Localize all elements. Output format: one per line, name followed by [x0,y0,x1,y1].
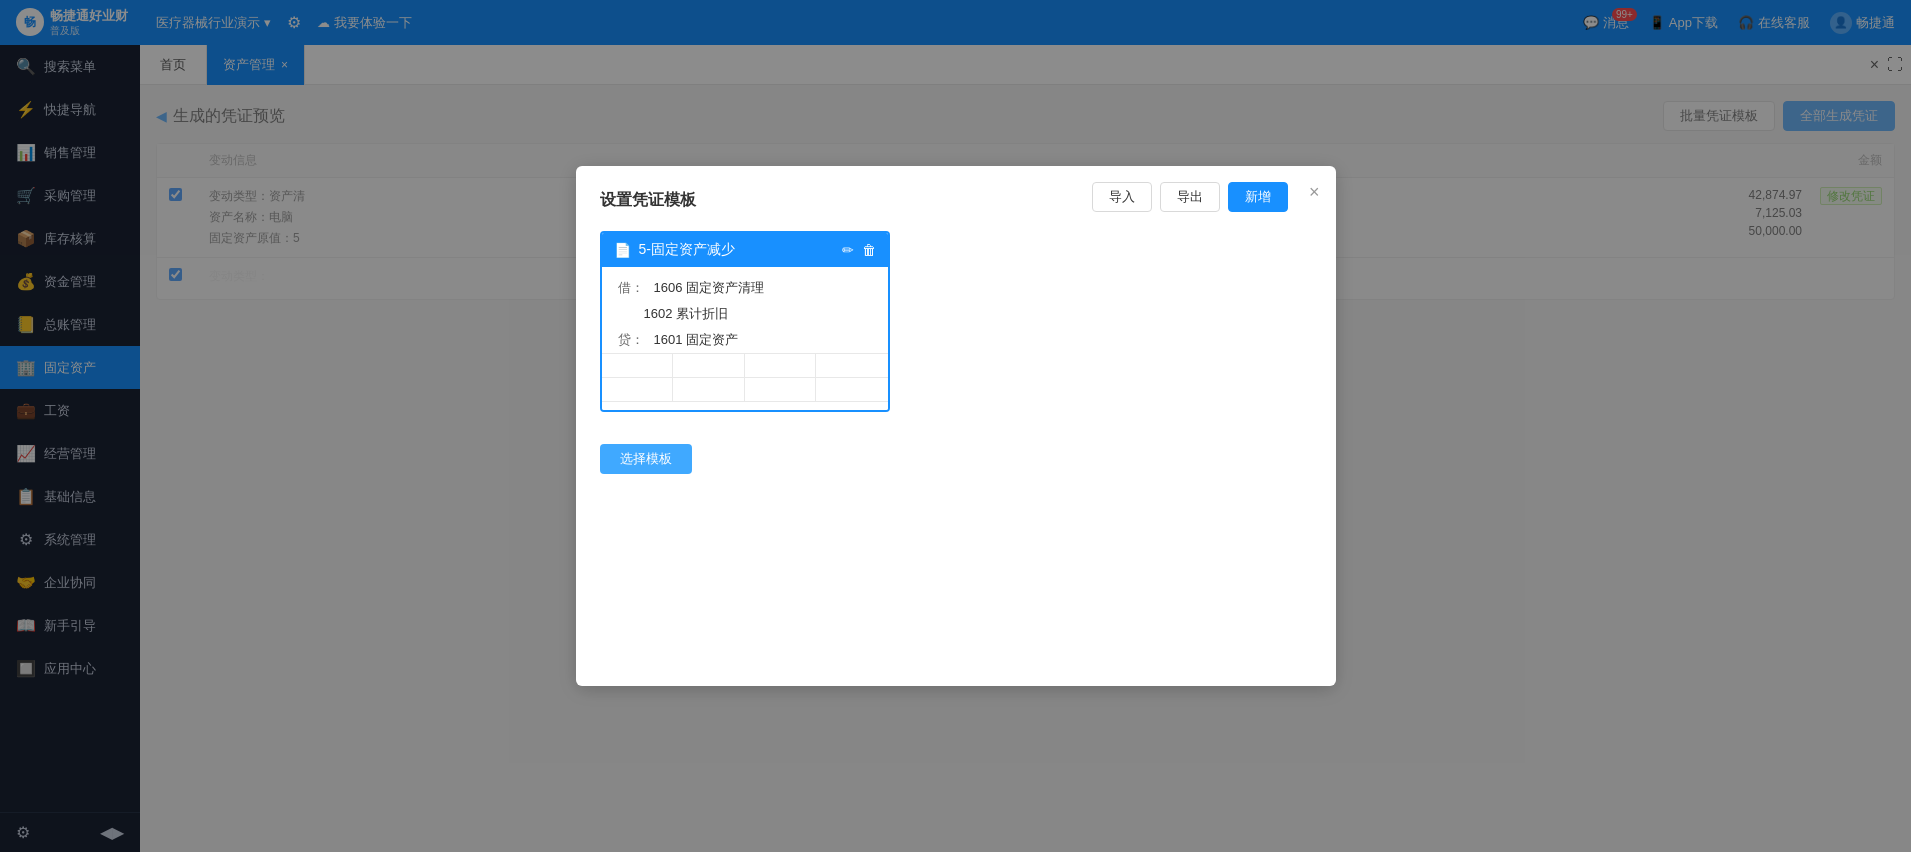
template-grid [602,353,888,402]
grid-cell-5 [602,378,674,402]
grid-cell-4 [816,354,888,378]
template-delete-icon[interactable]: 🗑 [862,242,876,258]
main-content: 首页 资产管理 × × ⛶ ◀ 生成的凭证预览 批量凭证模板 全部生成凭证 [140,45,1911,852]
entry-prefix-0: 借： [618,279,646,297]
modal-overlay: 设置凭证模板 × 导入 导出 新增 📄 5-固定资产减少 ✏ [140,85,1911,852]
template-entry-2: 贷： 1601 固定资产 [602,327,888,353]
template-entry-1: 1602 累计折旧 [602,301,888,327]
template-card-actions: ✏ 🗑 [842,242,876,258]
grid-cell-8 [816,378,888,402]
import-button[interactable]: 导入 [1092,182,1152,212]
modal: 设置凭证模板 × 导入 导出 新增 📄 5-固定资产减少 ✏ [576,166,1336,686]
page-content: ◀ 生成的凭证预览 批量凭证模板 全部生成凭证 变动信息 金额 [140,85,1911,852]
new-button[interactable]: 新增 [1228,182,1288,212]
template-card-header-left: 📄 5-固定资产减少 [614,241,735,259]
template-doc-icon: 📄 [614,242,631,258]
template-entry-0: 借： 1606 固定资产清理 [602,275,888,301]
grid-cell-2 [673,354,745,378]
grid-cell-6 [673,378,745,402]
template-card-body: 借： 1606 固定资产清理 1602 累计折旧 贷： 1601 固定资产 [602,267,888,410]
template-card: 📄 5-固定资产减少 ✏ 🗑 借： 1606 固定资产清理 [600,231,890,412]
entry-account-2: 1601 固定资产 [654,331,739,349]
entry-account-0: 1606 固定资产清理 [654,279,765,297]
grid-cell-7 [745,378,817,402]
export-button[interactable]: 导出 [1160,182,1220,212]
entry-prefix-2: 贷： [618,331,646,349]
template-card-header: 📄 5-固定资产减少 ✏ 🗑 [602,233,888,267]
grid-cell-3 [745,354,817,378]
modal-close-button[interactable]: × [1309,182,1320,203]
choose-template-button[interactable]: 选择模板 [600,444,692,474]
modal-action-buttons: 导入 导出 新增 [1092,182,1288,212]
choose-template-area: 选择模板 [600,428,1312,474]
grid-cell-1 [602,354,674,378]
template-name: 5-固定资产减少 [639,241,735,259]
template-edit-icon[interactable]: ✏ [842,242,854,258]
entry-account-1: 1602 累计折旧 [644,305,729,323]
